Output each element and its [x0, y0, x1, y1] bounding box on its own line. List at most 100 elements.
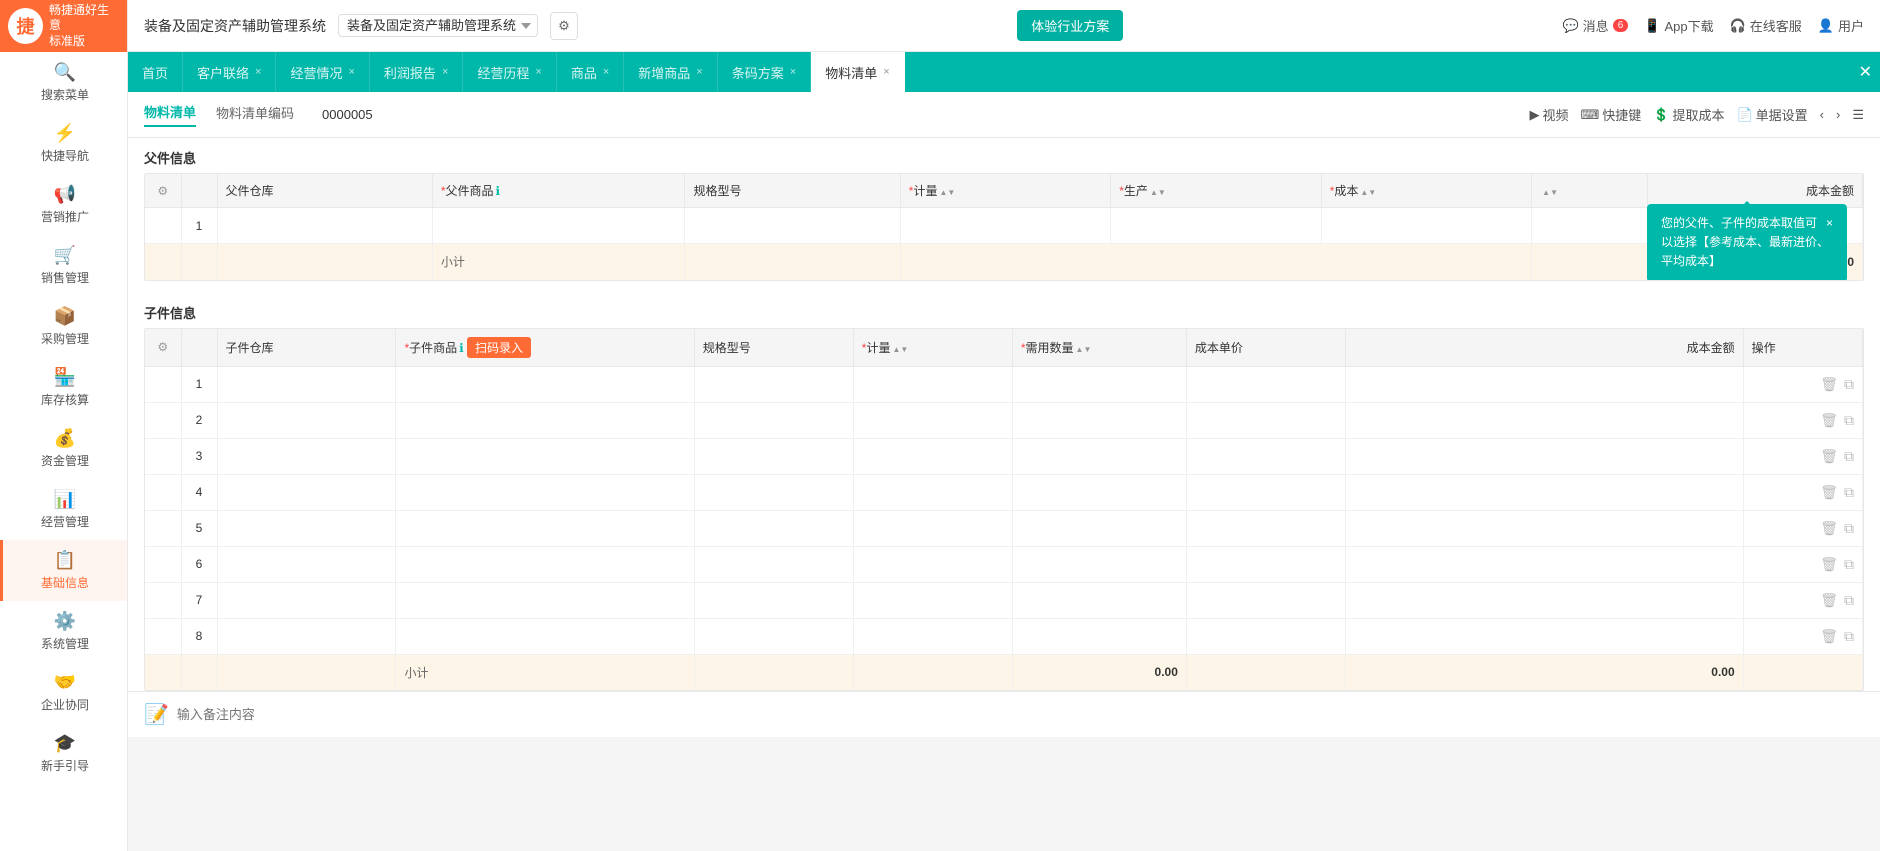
- child-row1-warehouse[interactable]: [217, 366, 396, 402]
- tab-ops-history[interactable]: 经营历程 ×: [463, 52, 556, 92]
- sidebar-item-guide[interactable]: 🎓 新手引导: [0, 723, 127, 784]
- scan-button[interactable]: 扫码录入: [467, 337, 531, 358]
- child-row2-unit[interactable]: [853, 402, 1012, 438]
- delete-icon-8[interactable]: 🗑: [1820, 628, 1838, 645]
- tab-goods[interactable]: 商品 ×: [557, 52, 624, 92]
- parent-row-production[interactable]: [1111, 208, 1321, 244]
- child-row1-goods[interactable]: [396, 366, 694, 402]
- topbar: 装备及固定资产辅助管理系统 装备及固定资产辅助管理系统 ⚙ 体验行业方案 💬 消…: [128, 0, 1880, 52]
- sidebar-item-purchase[interactable]: 📦 采购管理: [0, 296, 127, 357]
- copy-icon-3[interactable]: ⧉: [1844, 448, 1854, 465]
- copy-icon-2[interactable]: ⧉: [1844, 412, 1854, 429]
- child-row2-goods[interactable]: [396, 402, 694, 438]
- message-button[interactable]: 💬 消息 6: [1562, 16, 1628, 35]
- child-row1-cost-price[interactable]: [1186, 366, 1345, 402]
- prev-button[interactable]: ‹: [1820, 107, 1824, 122]
- delete-icon-7[interactable]: 🗑: [1820, 592, 1838, 609]
- shortcut-action[interactable]: ⌨ 快捷键: [1580, 105, 1641, 124]
- parent-col-num: [181, 174, 217, 208]
- copy-icon-8[interactable]: ⧉: [1844, 628, 1854, 645]
- settings-gear-button[interactable]: ⚙: [550, 12, 578, 40]
- child-section-title: 子件信息: [144, 293, 1864, 328]
- tab-new-goods[interactable]: 新增商品 ×: [624, 52, 717, 92]
- tab-new-goods-close[interactable]: ×: [696, 66, 702, 78]
- sidebar-item-operations[interactable]: 📊 经营管理: [0, 479, 127, 540]
- delete-icon-3[interactable]: 🗑: [1820, 448, 1838, 465]
- copy-icon-5[interactable]: ⧉: [1844, 520, 1854, 537]
- delete-icon-6[interactable]: 🗑: [1820, 556, 1838, 573]
- tab-barcode-close[interactable]: ×: [790, 66, 796, 78]
- parent-row-cost[interactable]: [1321, 208, 1531, 244]
- view-action[interactable]: ▶ 视频: [1529, 105, 1568, 124]
- delete-icon-2[interactable]: 🗑: [1820, 412, 1838, 429]
- sidebar-item-enterprise[interactable]: 🤝 企业协同: [0, 662, 127, 723]
- next-button[interactable]: ›: [1836, 107, 1840, 122]
- tab-profit-report-close[interactable]: ×: [442, 66, 448, 78]
- child-row2-warehouse[interactable]: [217, 402, 396, 438]
- tab-goods-close[interactable]: ×: [603, 66, 609, 78]
- delete-icon-1[interactable]: 🗑: [1820, 376, 1838, 393]
- delete-icon-4[interactable]: 🗑: [1820, 484, 1838, 501]
- sidebar-item-basic-info[interactable]: 📋 基础信息: [0, 540, 127, 601]
- child-row1-unit[interactable]: [853, 366, 1012, 402]
- copy-icon-4[interactable]: ⧉: [1844, 484, 1854, 501]
- parent-subtotal-label: 小计: [432, 244, 685, 280]
- parent-table-row: 1: [145, 208, 1863, 244]
- parent-subtotal-empty4: [685, 244, 900, 280]
- app-download-button[interactable]: 📱 App下载: [1644, 16, 1713, 35]
- note-input[interactable]: [177, 707, 1864, 722]
- sidebar-logo: 捷 畅捷通好生意 标准版: [0, 0, 127, 52]
- logo-icon: 捷: [8, 8, 43, 44]
- copy-icon-1[interactable]: ⧉: [1844, 376, 1854, 393]
- child-row2-cost-price[interactable]: [1186, 402, 1345, 438]
- child-row2-spec[interactable]: [694, 402, 853, 438]
- parent-row-warehouse[interactable]: [217, 208, 432, 244]
- user-avatar[interactable]: 👤 用户: [1818, 16, 1864, 35]
- tab-bom[interactable]: 物料清单 ×: [811, 52, 904, 92]
- tab-customer[interactable]: 客户联络 ×: [183, 52, 276, 92]
- page-tab-bom[interactable]: 物料清单: [144, 102, 196, 127]
- parent-section-title: 父件信息: [144, 138, 1864, 173]
- list-view-icon[interactable]: ☰: [1852, 107, 1864, 123]
- parent-row-spec[interactable]: [685, 208, 900, 244]
- tab-home[interactable]: 首页: [128, 52, 183, 92]
- tab-barcode[interactable]: 条码方案 ×: [718, 52, 811, 92]
- play-icon: ▶: [1529, 107, 1539, 123]
- parent-row-unit[interactable]: [900, 208, 1110, 244]
- settings-action[interactable]: 📄 单据设置: [1736, 105, 1807, 124]
- experience-btn[interactable]: 体验行业方案: [1017, 10, 1123, 41]
- tab-bom-close[interactable]: ×: [883, 66, 889, 78]
- child-table: ⚙ 子件仓库 *子件商品ℹ 扫码录入 规格型号 *计量▲▼ *需用数量▲▼: [145, 329, 1863, 691]
- sidebar-item-system[interactable]: ⚙️ 系统管理: [0, 601, 127, 662]
- child-col-num: [181, 329, 217, 367]
- sidebar-item-search[interactable]: 🔍 搜索菜单: [0, 52, 127, 113]
- sidebar-item-sales[interactable]: 🛒 销售管理: [0, 235, 127, 296]
- tab-ops-status-close[interactable]: ×: [348, 66, 354, 78]
- parent-row-goods[interactable]: [432, 208, 685, 244]
- tab-profit-report[interactable]: 利润报告 ×: [370, 52, 463, 92]
- online-service-button[interactable]: 🎧 在线客服: [1730, 16, 1802, 35]
- delete-icon-5[interactable]: 🗑: [1820, 520, 1838, 537]
- nav-tabs-more[interactable]: ✕: [1851, 62, 1880, 82]
- cost-action[interactable]: 💲 提取成本: [1653, 105, 1724, 124]
- child-row1-spec[interactable]: [694, 366, 853, 402]
- tooltip-close-button[interactable]: ×: [1826, 214, 1833, 233]
- tab-customer-close[interactable]: ×: [255, 66, 261, 78]
- system-select[interactable]: 装备及固定资产辅助管理系统: [338, 14, 538, 37]
- child-row1-qty[interactable]: [1012, 366, 1186, 402]
- content-area: 物料清单 物料清单编码 0000005 ▶ 视频 ⌨ 快捷键 💲 提取成本: [128, 92, 1880, 851]
- copy-icon-6[interactable]: ⧉: [1844, 556, 1854, 573]
- page-tab-bom-code[interactable]: 物料清单编码: [216, 103, 294, 126]
- sidebar-item-finance[interactable]: 💰 资金管理: [0, 418, 127, 479]
- copy-icon-7[interactable]: ⧉: [1844, 592, 1854, 609]
- page-content: 物料清单 物料清单编码 0000005 ▶ 视频 ⌨ 快捷键 💲 提取成本: [128, 92, 1880, 737]
- sidebar-item-quick-nav[interactable]: ⚡ 快捷导航: [0, 113, 127, 174]
- sidebar-item-inventory[interactable]: 🏪 库存核算: [0, 357, 127, 418]
- child-row2-qty[interactable]: [1012, 402, 1186, 438]
- parent-col-settings[interactable]: ⚙: [145, 174, 181, 208]
- tab-ops-history-close[interactable]: ×: [535, 66, 541, 78]
- child-col-settings[interactable]: ⚙: [145, 329, 181, 367]
- quick-nav-icon: ⚡: [54, 123, 76, 144]
- sidebar-item-marketing[interactable]: 📢 营销推广: [0, 174, 127, 235]
- tab-ops-status[interactable]: 经营情况 ×: [276, 52, 369, 92]
